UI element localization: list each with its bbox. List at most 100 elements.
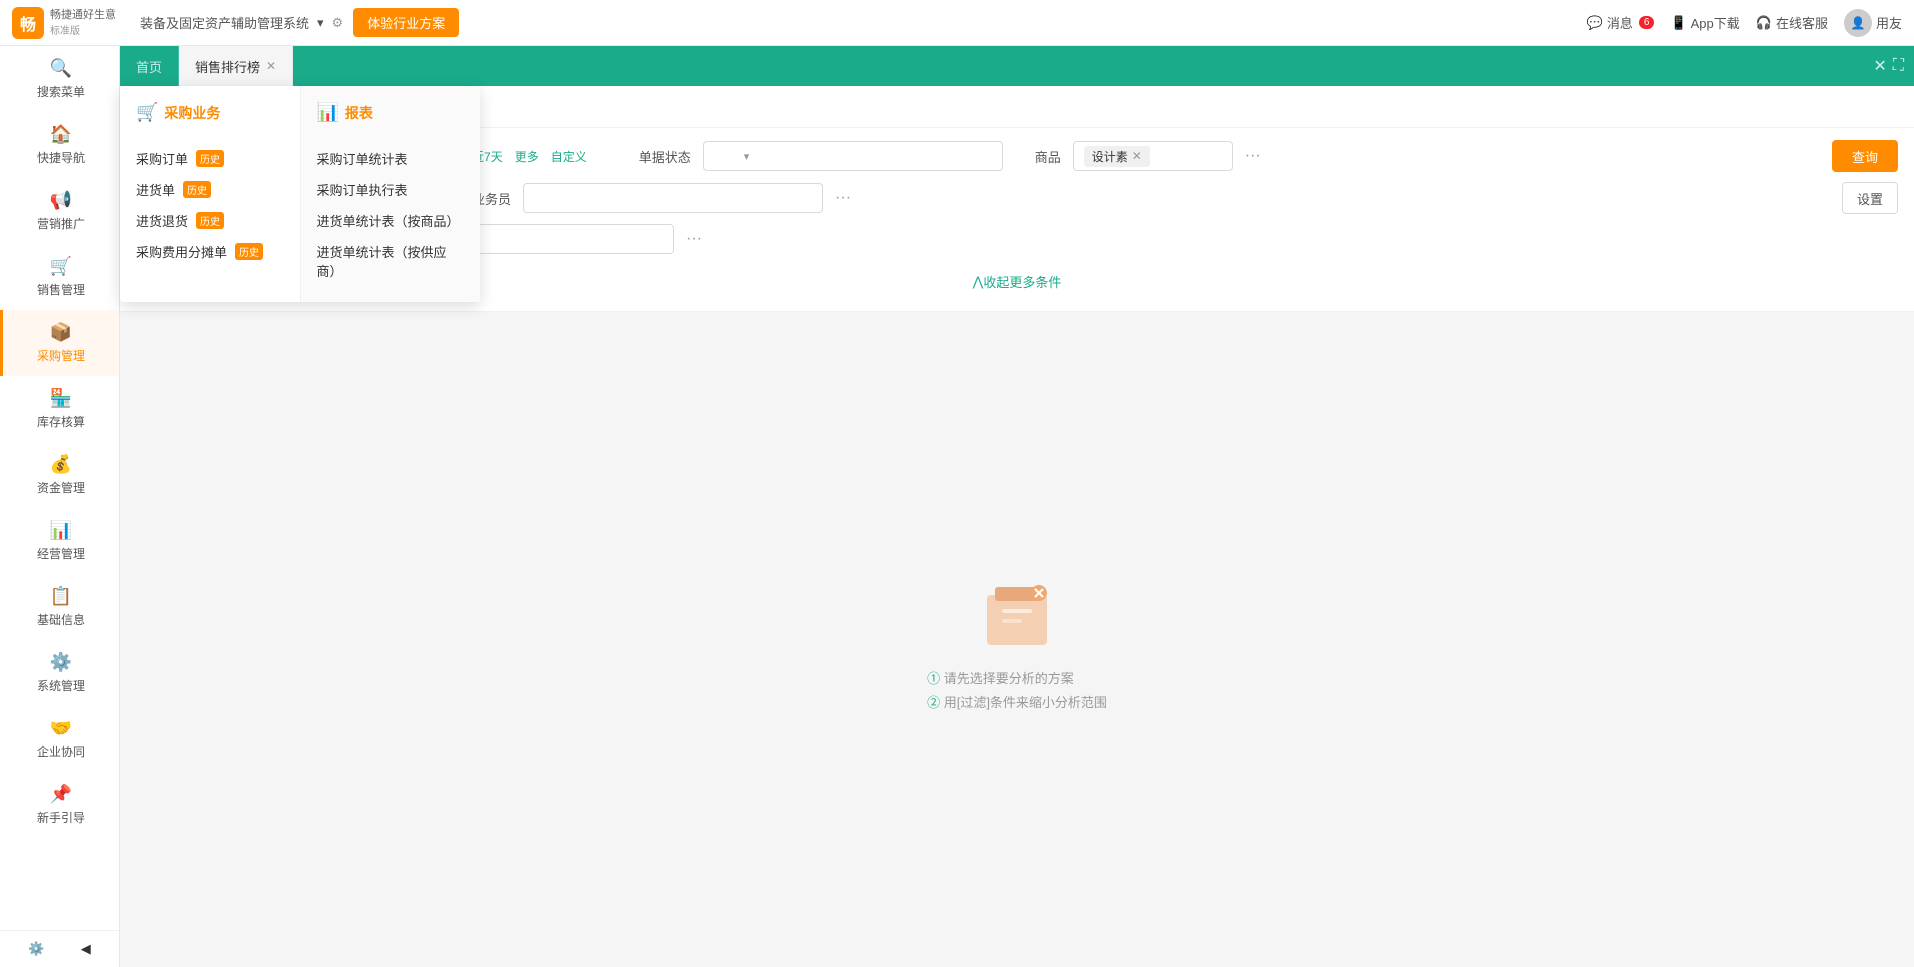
inventory-icon: 🏪 <box>50 388 72 409</box>
sidebar-item-basic[interactable]: 📋 基础信息 <box>0 574 119 640</box>
system-title-text: 装备及固定资产辅助管理系统 <box>140 13 309 32</box>
salesman-input[interactable] <box>523 183 823 213</box>
purchase-order-label: 采购订单 <box>136 149 188 168</box>
phone-icon: 📱 <box>1670 15 1686 31</box>
tab-right: ✕ ⛶ <box>1873 46 1914 86</box>
tab-close-icon[interactable]: ✕ <box>266 59 276 73</box>
settings-icon[interactable]: ⚙️ <box>28 941 44 957</box>
date-preset-more[interactable]: 更多 <box>515 148 539 165</box>
sidebar-label-marketing: 营销推广 <box>37 215 85 232</box>
dropdown-menu: 🛒 采购业务 采购订单 历史 进货单 历史 进货退货 历史 采购费用分摊单 历史… <box>120 86 480 302</box>
avatar: 👤 <box>1844 9 1872 37</box>
sidebar-item-guide[interactable]: 📌 新手引导 <box>0 772 119 838</box>
stock-return-label: 进货退货 <box>136 211 188 230</box>
menu-item-stock-in-stats-goods[interactable]: 进货单统计表（按商品） <box>317 205 465 236</box>
app-download-label: App下载 <box>1691 13 1740 32</box>
menu-item-stock-return[interactable]: 进货退货 历史 <box>136 205 284 236</box>
purchase-icon: 📦 <box>50 322 72 343</box>
sidebar-item-purchase[interactable]: 📦 采购管理 <box>0 310 119 376</box>
search-icon: 🔍 <box>50 58 72 79</box>
top-header: 畅 畅捷通好生意 标准版 装备及固定资产辅助管理系统 ▾ ⚙ 体验行业方案 💬 … <box>0 0 1914 46</box>
stock-in-stats-goods-label: 进货单统计表（按商品） <box>317 211 460 230</box>
goods-tag-remove-icon[interactable]: ✕ <box>1132 149 1142 163</box>
menu-item-stock-in[interactable]: 进货单 历史 <box>136 174 284 205</box>
sidebar-label-enterprise: 企业协同 <box>37 743 85 760</box>
salesman-more-icon[interactable]: ··· <box>835 189 851 207</box>
home-icon: 🏠 <box>50 124 72 145</box>
message-icon: 💬 <box>1587 15 1603 31</box>
online-support-btn[interactable]: 🎧 在线客服 <box>1756 13 1828 32</box>
logo-sub: 标准版 <box>50 22 116 37</box>
sidebar-item-search[interactable]: 🔍 搜索菜单 <box>0 46 119 112</box>
sidebar-item-system[interactable]: ⚙️ 系统管理 <box>0 640 119 706</box>
menu-item-purchase-order-exec[interactable]: 采购订单执行表 <box>317 174 465 205</box>
purchase-order-badge: 历史 <box>196 150 224 167</box>
tab-sales-rank[interactable]: 销售排行榜 ✕ <box>179 46 293 86</box>
sidebar-item-operation[interactable]: 📊 经营管理 <box>0 508 119 574</box>
goods-input[interactable]: 设计素 ✕ <box>1073 141 1233 171</box>
sidebar-label-guide: 新手引导 <box>37 809 85 826</box>
logo-icon: 畅 <box>12 7 44 39</box>
date-preset-custom[interactable]: 自定义 <box>551 148 587 165</box>
goods-tag-text: 设计素 <box>1092 148 1128 165</box>
dropdown-icon[interactable]: ▾ <box>317 15 324 31</box>
sidebar-label-sales: 销售管理 <box>37 281 85 298</box>
sidebar-label-basic: 基础信息 <box>37 611 85 628</box>
tab-maximize-icon[interactable]: ⛶ <box>1893 57 1904 75</box>
collapse-label: 收起更多条件 <box>983 272 1061 291</box>
voucher-status-arrow: ▾ <box>744 150 750 163</box>
operation-icon: 📊 <box>50 520 72 541</box>
tab-close-all-icon[interactable]: ✕ <box>1873 56 1886 76</box>
goods-label: 商品 <box>1035 147 1061 166</box>
sidebar-label-system: 系统管理 <box>37 677 85 694</box>
menu-item-purchase-expense[interactable]: 采购费用分摊单 历史 <box>136 236 284 267</box>
stock-in-label: 进货单 <box>136 180 175 199</box>
empty-text: ① 请先选择要分析的方案 ② 用[过滤]条件来缩小分析范围 <box>927 667 1107 714</box>
finance-icon: 💰 <box>50 454 72 475</box>
guide-icon: 📌 <box>50 784 72 805</box>
enterprise-icon: 🤝 <box>50 718 72 739</box>
user-btn[interactable]: 👤 用友 <box>1844 9 1902 37</box>
collapse-icon[interactable]: ◀ <box>81 941 91 957</box>
message-badge: 6 <box>1639 16 1655 29</box>
menu-item-purchase-order-stats[interactable]: 采购订单统计表 <box>317 143 465 174</box>
goods-more-icon[interactable]: ··· <box>1245 147 1261 165</box>
message-btn[interactable]: 💬 消息 6 <box>1587 13 1655 32</box>
header-right: 💬 消息 6 📱 App下载 🎧 在线客服 👤 用友 <box>1587 9 1902 37</box>
menu-item-purchase-order[interactable]: 采购订单 历史 <box>136 143 284 174</box>
marketing-icon: 📢 <box>50 190 72 211</box>
system-title: 装备及固定资产辅助管理系统 ▾ ⚙ <box>140 13 343 32</box>
tab-home-label: 首页 <box>136 57 162 76</box>
app-download-btn[interactable]: 📱 App下载 <box>1670 13 1739 32</box>
collapse-arrow-icon: ⋀ <box>973 274 984 290</box>
sidebar-item-marketing[interactable]: 📢 营销推广 <box>0 178 119 244</box>
sidebar-item-inventory[interactable]: 🏪 库存核算 <box>0 376 119 442</box>
purchase-section-icon: 🛒 <box>136 102 158 123</box>
empty-content: ① 请先选择要分析的方案 ② 用[过滤]条件来缩小分析范围 <box>120 312 1914 967</box>
report-section-label: 报表 <box>345 103 373 123</box>
sidebar-item-finance[interactable]: 💰 资金管理 <box>0 442 119 508</box>
menu-section-purchase-title: 🛒 采购业务 <box>136 102 284 131</box>
sidebar-item-enterprise[interactable]: 🤝 企业协同 <box>0 706 119 772</box>
sidebar-item-quick[interactable]: 🏠 快捷导航 <box>0 112 119 178</box>
menu-section-report-title: 📊 报表 <box>317 102 465 131</box>
sidebar-item-sales[interactable]: 🛒 销售管理 <box>0 244 119 310</box>
query-btn[interactable]: 查询 <box>1832 140 1898 172</box>
tab-home[interactable]: 首页 <box>120 46 179 86</box>
menu-item-stock-in-stats-supplier[interactable]: 进货单统计表（按供应商） <box>317 236 465 286</box>
tab-bar: 首页 销售排行榜 ✕ ✕ ⛶ <box>120 46 1914 86</box>
industry-btn[interactable]: 体验行业方案 <box>353 8 459 37</box>
online-support-label: 在线客服 <box>1776 13 1828 32</box>
gear-icon[interactable]: ⚙ <box>332 15 344 31</box>
sidebar-label-search: 搜索菜单 <box>37 83 85 100</box>
customer-more-icon[interactable]: ··· <box>686 230 702 248</box>
sidebar-label-finance: 资金管理 <box>37 479 85 496</box>
sidebar: 🔍 搜索菜单 🏠 快捷导航 📢 营销推广 🛒 销售管理 📦 采购管理 🏪 库存核… <box>0 46 120 967</box>
purchase-expense-label: 采购费用分摊单 <box>136 242 227 261</box>
empty-hint-1: ① 请先选择要分析的方案 <box>927 667 1107 690</box>
stock-return-badge: 历史 <box>196 212 224 229</box>
sidebar-label-inventory: 库存核算 <box>37 413 85 430</box>
set-btn[interactable]: 设置 <box>1842 182 1898 214</box>
stock-in-stats-supplier-label: 进货单统计表（按供应商） <box>317 242 465 280</box>
voucher-status-select[interactable]: ▾ <box>703 141 1003 171</box>
